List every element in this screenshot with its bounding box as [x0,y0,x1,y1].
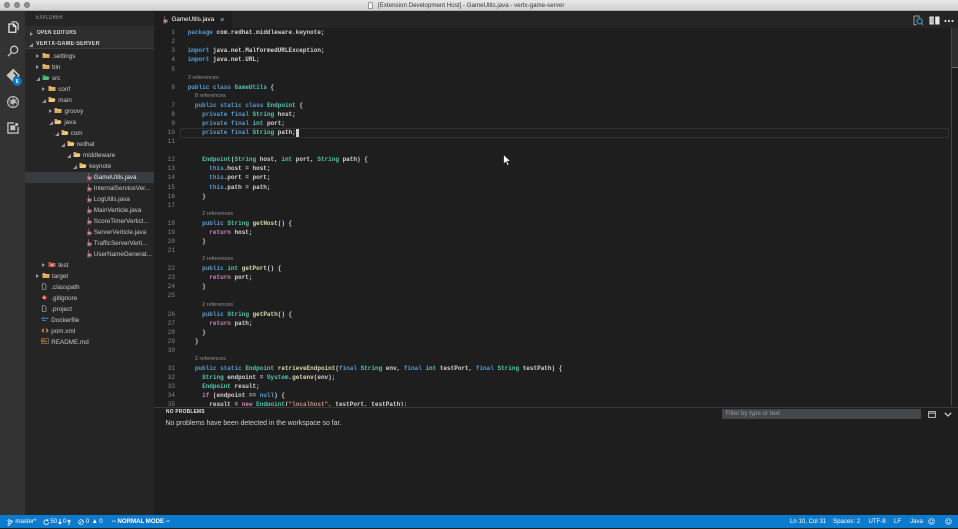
svg-text:6: 6 [15,79,18,85]
